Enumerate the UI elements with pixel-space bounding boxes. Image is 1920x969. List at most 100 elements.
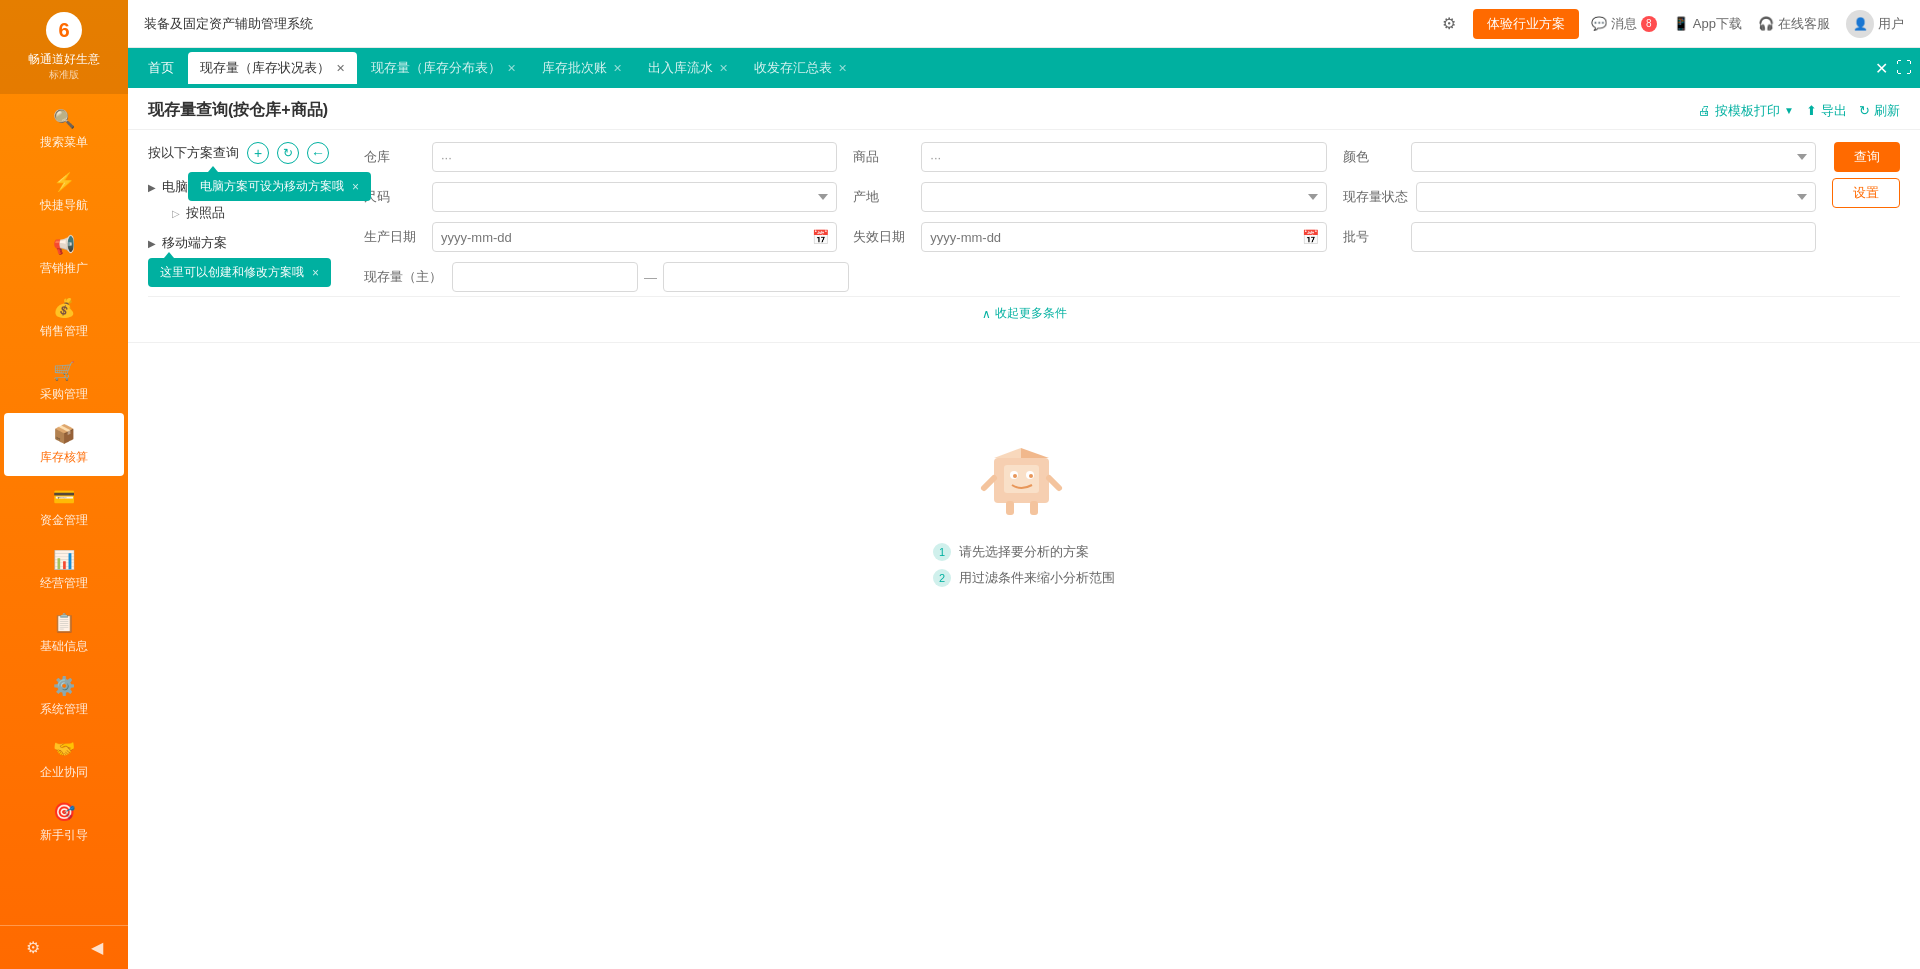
sidebar-bottom: ⚙ ◀	[0, 925, 128, 969]
sidebar-item-finance[interactable]: 💳 资金管理	[0, 476, 128, 539]
step-num-2: 2	[933, 569, 951, 587]
stock-status-select[interactable]	[1416, 182, 1816, 212]
template-print-button[interactable]: 🖨 按模板打印 ▼	[1698, 102, 1794, 120]
size-label: 尺码	[364, 188, 424, 206]
tab-close-receive-summary[interactable]: ✕	[838, 62, 847, 75]
sidebar-item-search[interactable]: 🔍 搜索菜单	[0, 98, 128, 161]
empty-step-2: 2 用过滤条件来缩小分析范围	[933, 569, 1115, 587]
tooltip1-close-button[interactable]: ×	[352, 180, 359, 194]
goods-input[interactable]: ···	[921, 142, 1326, 172]
tab-close-all-button[interactable]: ✕	[1875, 59, 1888, 78]
user-button[interactable]: 👤 用户	[1846, 10, 1904, 38]
messages-button[interactable]: 💬 消息 8	[1591, 15, 1657, 33]
basic-icon: 📋	[53, 612, 75, 634]
tooltip-create-scheme: 这里可以创建和修改方案哦 ×	[148, 258, 331, 287]
sidebar-item-system[interactable]: ⚙️ 系统管理	[0, 665, 128, 728]
sales-icon: 💰	[53, 297, 75, 319]
topbar-gear-icon[interactable]: ⚙	[1437, 12, 1461, 36]
tab-inventory-dist[interactable]: 现存量（库存分布表） ✕	[359, 52, 528, 84]
tab-close-batch-ledger[interactable]: ✕	[613, 62, 622, 75]
collapse-bar[interactable]: ∧ 收起更多条件	[148, 296, 1900, 330]
prod-date-input[interactable]	[432, 222, 837, 252]
batch-no-input[interactable]	[1411, 222, 1816, 252]
tab-fullscreen-button[interactable]: ⛶	[1896, 59, 1912, 77]
tab-receive-summary[interactable]: 收发存汇总表 ✕	[742, 52, 859, 84]
topbar-right: 💬 消息 8 📱 App下载 🎧 在线客服 👤 用户	[1591, 10, 1904, 38]
sidebar-item-quicknav[interactable]: ⚡ 快捷导航	[0, 161, 128, 224]
sidebar-nav: 🔍 搜索菜单 ⚡ 快捷导航 📢 营销推广 💰 销售管理 🛒 采购管理 📦 库存核…	[0, 98, 128, 925]
sidebar-item-label: 企业协同	[40, 764, 88, 781]
color-label: 颜色	[1343, 148, 1403, 166]
refresh-button[interactable]: ↻ 刷新	[1859, 102, 1900, 120]
sidebar-item-sales[interactable]: 💰 销售管理	[0, 287, 128, 350]
sidebar-item-label: 销售管理	[40, 323, 88, 340]
refresh-scheme-button[interactable]: ↻	[277, 142, 299, 164]
sidebar-item-label: 采购管理	[40, 386, 88, 403]
page-actions: 🖨 按模板打印 ▼ ⬆ 导出 ↻ 刷新	[1698, 102, 1900, 120]
warehouse-input[interactable]: ···	[432, 142, 837, 172]
stock-main-label: 现存量（主）	[364, 268, 444, 286]
sidebar-item-collab[interactable]: 🤝 企业协同	[0, 728, 128, 791]
filter-prod-date: 生产日期 📅	[364, 222, 837, 252]
back-scheme-button[interactable]: ←	[307, 142, 329, 164]
filter-stock-status: 现存量状态	[1343, 182, 1816, 212]
tooltip2-close-button[interactable]: ×	[312, 266, 319, 280]
warehouse-label: 仓库	[364, 148, 424, 166]
app-download-button[interactable]: 📱 App下载	[1673, 15, 1742, 33]
stock-main-from[interactable]	[452, 262, 638, 292]
tab-close-inventory-status[interactable]: ✕	[336, 62, 345, 75]
sidebar-item-inventory[interactable]: 📦 库存核算	[4, 413, 124, 476]
empty-steps: 1 请先选择要分析的方案 2 用过滤条件来缩小分析范围	[933, 543, 1115, 587]
scheme-item-by-goods[interactable]: ▷ 按照品	[148, 200, 348, 226]
empty-state: 1 请先选择要分析的方案 2 用过滤条件来缩小分析范围	[128, 343, 1920, 627]
sidebar-logo: 6 畅通道好生意 标准版	[0, 0, 128, 94]
topbar: 装备及固定资产辅助管理系统 ⚙ 体验行业方案 💬 消息 8 📱 App下载 🎧 …	[128, 0, 1920, 48]
settings-button[interactable]: ⚙	[22, 934, 44, 961]
main-content: 装备及固定资产辅助管理系统 ⚙ 体验行业方案 💬 消息 8 📱 App下载 🎧 …	[128, 0, 1920, 969]
size-select[interactable]	[432, 182, 837, 212]
sidebar-item-label: 系统管理	[40, 701, 88, 718]
add-scheme-button[interactable]: +	[247, 142, 269, 164]
search-icon: 🔍	[53, 108, 75, 130]
filter-area: 按以下方案查询 + ↻ ← ▶ 电脑端方案 ▷ 按照品	[128, 130, 1920, 343]
chevron-up-icon: ∧	[982, 307, 991, 321]
tab-close-inventory-dist[interactable]: ✕	[507, 62, 516, 75]
export-button[interactable]: ⬆ 导出	[1806, 102, 1847, 120]
scheme-item-mobile[interactable]: ▶ 移动端方案	[148, 230, 348, 256]
sidebar-item-guide[interactable]: 🎯 新手引导	[0, 791, 128, 854]
stock-main-to[interactable]	[663, 262, 849, 292]
avatar: 👤	[1846, 10, 1874, 38]
expiry-date-input[interactable]	[921, 222, 1326, 252]
tab-close-inout-flow[interactable]: ✕	[719, 62, 728, 75]
tab-inout-flow[interactable]: 出入库流水 ✕	[636, 52, 740, 84]
svg-rect-6	[1006, 501, 1014, 515]
filter-color: 颜色	[1343, 142, 1816, 172]
filter-label-row: 按以下方案查询 + ↻ ←	[148, 142, 348, 164]
sidebar-item-operation[interactable]: 📊 经营管理	[0, 539, 128, 602]
filter-expiry-date: 失效日期 📅	[853, 222, 1326, 252]
origin-select[interactable]	[921, 182, 1326, 212]
tab-batch-ledger[interactable]: 库存批次账 ✕	[530, 52, 634, 84]
prod-date-label: 生产日期	[364, 228, 424, 246]
page-header: 现存量查询(按仓库+商品) 🖨 按模板打印 ▼ ⬆ 导出 ↻ 刷新	[128, 88, 1920, 130]
stock-main-range: —	[452, 262, 849, 292]
filter-actions: 查询 设置	[1832, 142, 1900, 208]
sidebar-item-basic[interactable]: 📋 基础信息	[0, 602, 128, 665]
tab-home[interactable]: 首页	[136, 52, 186, 84]
reset-button[interactable]: 设置	[1832, 178, 1900, 208]
online-support-button[interactable]: 🎧 在线客服	[1758, 15, 1830, 33]
solution-button[interactable]: 体验行业方案	[1473, 9, 1579, 39]
color-select[interactable]	[1411, 142, 1816, 172]
operation-icon: 📊	[53, 549, 75, 571]
prod-date-wrap: 📅	[432, 222, 837, 252]
sidebar-item-marketing[interactable]: 📢 营销推广	[0, 224, 128, 287]
collapse-sidebar-button[interactable]: ◀	[87, 934, 107, 961]
sidebar-item-purchase[interactable]: 🛒 采购管理	[0, 350, 128, 413]
tab-inventory-status[interactable]: 现存量（库存状况表） ✕	[188, 52, 357, 84]
empty-step-1: 1 请先选择要分析的方案	[933, 543, 1115, 561]
system-title: 装备及固定资产辅助管理系统	[144, 15, 1425, 33]
sidebar-item-label: 基础信息	[40, 638, 88, 655]
query-button[interactable]: 查询	[1834, 142, 1900, 172]
logo-text: 畅通道好生意	[28, 52, 100, 68]
expiry-date-wrap: 📅	[921, 222, 1326, 252]
